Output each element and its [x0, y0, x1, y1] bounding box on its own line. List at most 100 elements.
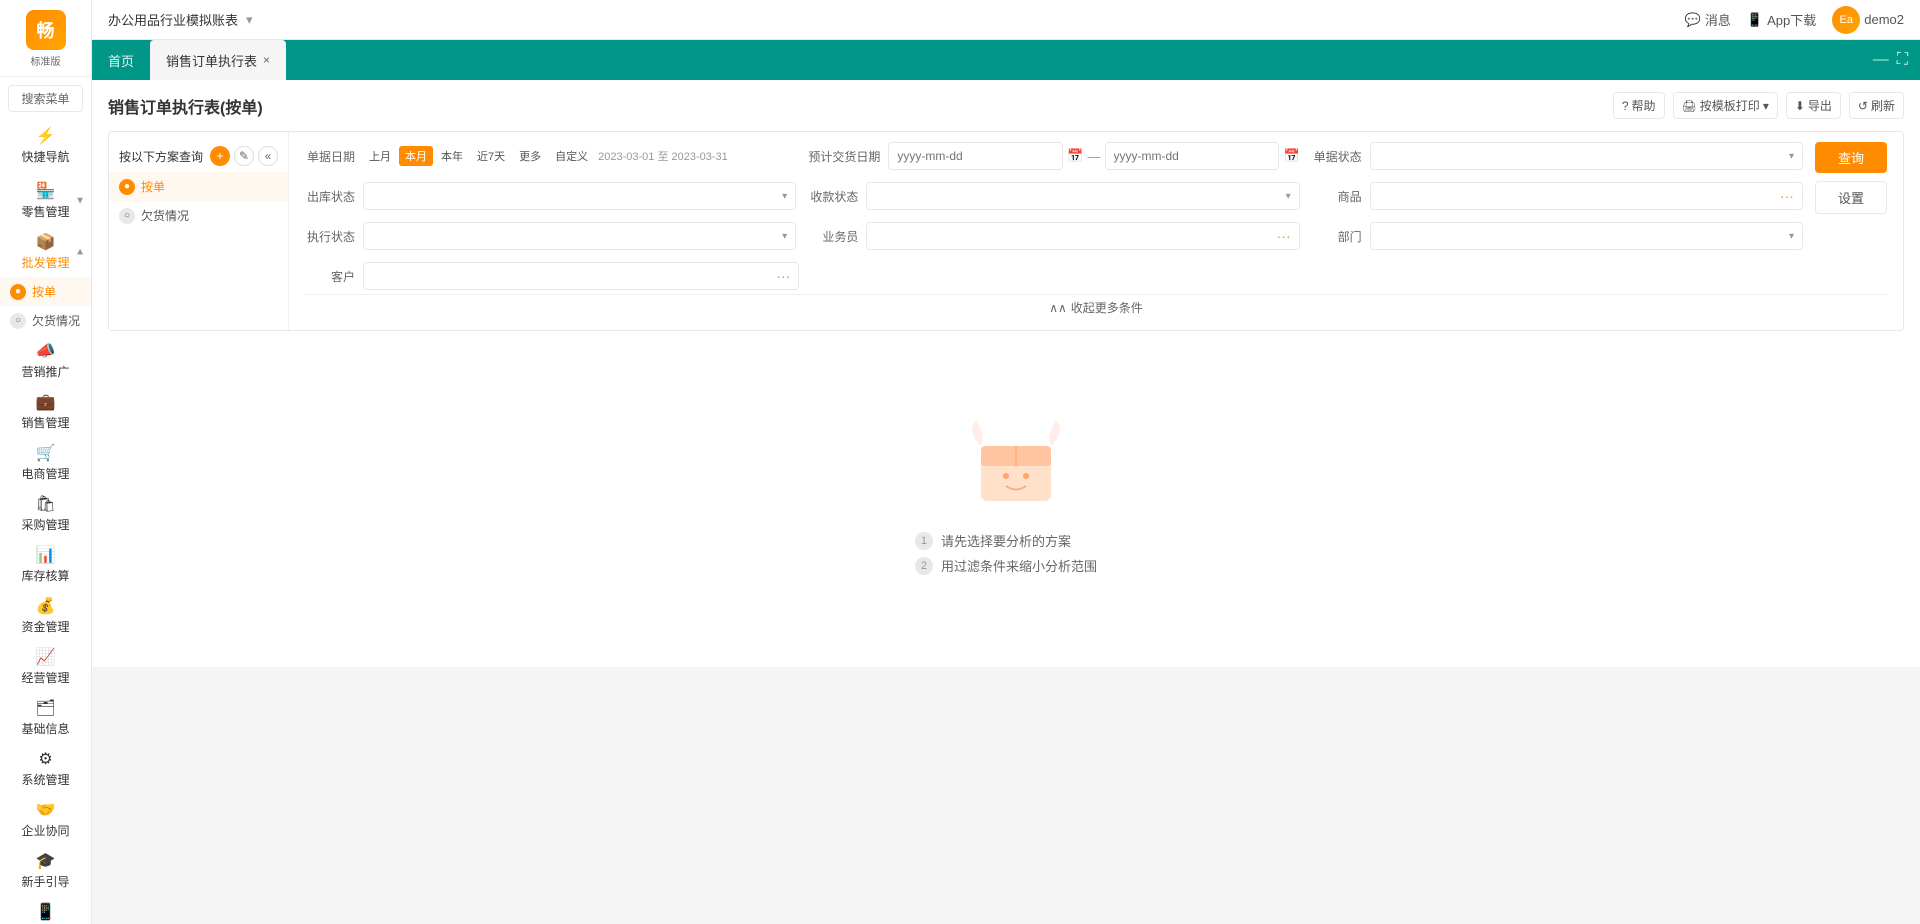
doc-status-select[interactable]: ▾ [1370, 142, 1803, 170]
product-more-icon[interactable]: ··· [1780, 188, 1794, 204]
search-menu-button[interactable]: 搜索菜单 [8, 85, 83, 112]
step-num-1: 1 [915, 532, 933, 550]
add-scheme-button[interactable]: + [210, 146, 230, 166]
date-tab-this-year[interactable]: 本年 [435, 146, 469, 166]
receipt-status-arrow: ▾ [1286, 191, 1291, 202]
tab-close-icon[interactable]: × [263, 53, 270, 67]
filter-receipt-status-field: 收款状态 ▾ [808, 182, 1299, 210]
user-profile-action[interactable]: Ea demo2 [1832, 6, 1904, 34]
date-tab-last-month[interactable]: 上月 [363, 146, 397, 166]
user-avatar: Ea [1832, 6, 1860, 34]
expected-date-end-input[interactable] [1105, 142, 1280, 170]
tab-home[interactable]: 首页 [92, 40, 150, 80]
empty-step-2-text: 用过滤条件来缩小分析范围 [941, 556, 1097, 575]
tab-bar-actions: — ⛶ [1873, 51, 1920, 69]
sidebar-item-appstore[interactable]: 📱 应用中心 [0, 896, 91, 924]
help-label: 帮助 [1632, 97, 1656, 114]
help-button[interactable]: ? 帮助 [1613, 92, 1665, 119]
sidebar-item-retail[interactable]: 🏪 零售管理 ▼ [0, 175, 91, 226]
dept-select[interactable]: ▾ [1370, 222, 1803, 250]
export-button[interactable]: ⬇ 导出 [1786, 92, 1841, 119]
customer-select[interactable]: ··· [363, 262, 799, 290]
filter-panel: 按以下方案查询 + ✎ « ● 按单 ○ [108, 131, 1904, 331]
sidebar-item-purchase[interactable]: 🛍 采购管理 [0, 488, 91, 539]
collapse-more-button[interactable]: ∧∧ 收起更多条件 [1049, 299, 1143, 316]
filter-row-2: 出库状态 ▾ 收款状态 [305, 182, 1803, 210]
expected-date-start-input[interactable] [888, 142, 1063, 170]
sidebar-item-marketing[interactable]: 📣 营销推广 [0, 335, 91, 386]
message-icon: 💬 [1685, 12, 1701, 28]
sub-order-dot: ● [10, 284, 26, 300]
system-label: 系统管理 [21, 771, 69, 788]
scheme-order-item[interactable]: ● 按单 [109, 172, 288, 201]
user-name: demo2 [1864, 12, 1904, 27]
product-label: 商品 [1312, 188, 1362, 205]
settings-button[interactable]: 设置 [1815, 181, 1887, 214]
print-icon: 🖨 [1682, 99, 1697, 113]
date-label: 单据日期 [305, 148, 355, 165]
message-label: 消息 [1705, 10, 1731, 29]
tab-fullscreen-button[interactable]: ⛶ [1897, 51, 1908, 69]
filter-right-panel: 单据日期 上月 本月 本年 近7天 更多 [289, 132, 1903, 330]
date-tab-custom[interactable]: 自定义 [549, 146, 594, 166]
calendar-start-icon[interactable]: 📅 [1067, 148, 1083, 164]
date-tab-last7[interactable]: 近7天 [471, 146, 511, 166]
filter-customer-field: 客户 ··· [305, 262, 799, 290]
filter-expected-date-field: 预计交货日期 📅 — 📅 [808, 142, 1299, 170]
date-tab-this-month[interactable]: 本月 [399, 146, 433, 166]
quick-nav-icon: ⚡ [36, 126, 56, 146]
date-tab-more[interactable]: 更多 [513, 146, 547, 166]
scheme-arrears-item[interactable]: ○ 欠货情况 [109, 201, 288, 230]
out-status-label: 出库状态 [305, 188, 355, 205]
exec-status-select[interactable]: ▾ [363, 222, 796, 250]
customer-more-icon[interactable]: ··· [776, 268, 790, 284]
sidebar-sub-order-exec[interactable]: ● 按单 [0, 277, 91, 306]
sidebar-item-wholesale[interactable]: 📦 批发管理 ▲ [0, 226, 91, 277]
logo-char: 畅 [37, 17, 55, 43]
breadcrumb-text: 办公用品行业模拟账表 [108, 10, 238, 29]
app-download-action[interactable]: 📱 App下载 [1747, 10, 1816, 29]
sidebar-item-basic[interactable]: 🗂 基础信息 [0, 692, 91, 743]
expected-date-label: 预计交货日期 [808, 148, 880, 165]
filter-salesperson-field: 业务员 ··· [808, 222, 1299, 250]
salesperson-select[interactable]: ··· [866, 222, 1299, 250]
print-button[interactable]: 🖨 按模板打印 ▾ [1673, 92, 1778, 119]
product-select[interactable]: ··· [1370, 182, 1803, 210]
action-buttons: 查询 设置 [1815, 142, 1887, 214]
sidebar-item-inventory[interactable]: 📊 库存核算 [0, 539, 91, 590]
page-actions: ? 帮助 🖨 按模板打印 ▾ ⬇ 导出 ↺ 刷新 [1613, 92, 1904, 119]
sidebar-item-system[interactable]: ⚙ 系统管理 [0, 743, 91, 794]
calendar-end-icon[interactable]: 📅 [1283, 148, 1299, 164]
salesperson-more-icon[interactable]: ··· [1277, 228, 1291, 244]
dept-arrow: ▾ [1789, 231, 1794, 242]
search-button[interactable]: 查询 [1815, 142, 1887, 173]
page-title: 销售订单执行表(按单) [108, 94, 263, 118]
sidebar-item-newbie[interactable]: 🎓 新手引导 [0, 845, 91, 896]
print-arrow: ▾ [1763, 99, 1769, 113]
sidebar-item-operation[interactable]: 📈 经营管理 [0, 641, 91, 692]
out-status-arrow: ▾ [782, 191, 787, 202]
scheme-order-dot: ● [119, 179, 135, 195]
sidebar-item-quick-nav[interactable]: ⚡ 快捷导航 [0, 120, 91, 171]
message-action[interactable]: 💬 消息 [1685, 10, 1731, 29]
finance-icon: 💰 [36, 596, 56, 616]
tab-minimize-button[interactable]: — [1873, 51, 1889, 69]
collapse-label: 收起更多条件 [1071, 299, 1143, 316]
basic-icon: 🗂 [35, 698, 55, 718]
sidebar-item-ecommerce[interactable]: 🛒 电商管理 [0, 437, 91, 488]
collapse-scheme-button[interactable]: « [258, 146, 278, 166]
receipt-status-select[interactable]: ▾ [866, 182, 1299, 210]
sidebar-item-sales[interactable]: 💼 销售管理 [0, 386, 91, 437]
filter-dept-field: 部门 ▾ [1312, 222, 1803, 250]
receipt-status-label: 收款状态 [808, 188, 858, 205]
breadcrumb-arrow[interactable]: ▾ [246, 12, 253, 28]
sidebar-item-finance[interactable]: 💰 资金管理 [0, 590, 91, 641]
tab-sales-order[interactable]: 销售订单执行表 × [150, 40, 286, 80]
out-status-select[interactable]: ▾ [363, 182, 796, 210]
edit-scheme-button[interactable]: ✎ [234, 146, 254, 166]
sidebar-item-enterprise[interactable]: 🤝 企业协同 [0, 794, 91, 845]
tab-bar: 首页 销售订单执行表 × — ⛶ [92, 40, 1920, 80]
marketing-label: 营销推广 [21, 363, 69, 380]
sidebar-sub-arrears[interactable]: ○ 欠货情况 [0, 306, 91, 335]
refresh-button[interactable]: ↺ 刷新 [1849, 92, 1904, 119]
